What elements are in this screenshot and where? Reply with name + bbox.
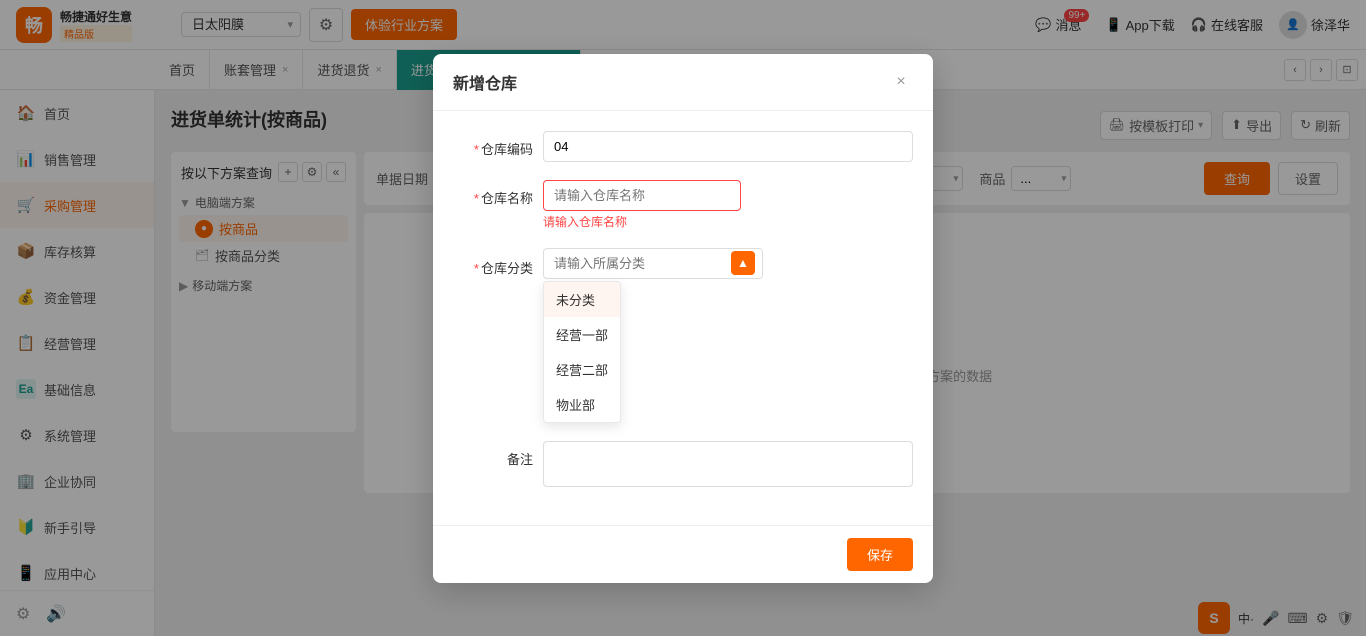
- category-select-wrap: ▲: [543, 248, 763, 279]
- modal-title: 新增仓库: [453, 70, 517, 94]
- code-input[interactable]: [543, 131, 913, 162]
- form-row-note: 备注: [453, 441, 913, 487]
- form-row-name-inner: 仓库名称: [453, 180, 741, 211]
- modal-body: 仓库编码 仓库名称 请输入仓库名称 仓库分类 ▲: [433, 111, 933, 525]
- modal-close-button[interactable]: ×: [889, 70, 913, 94]
- modal-header: 新增仓库 ×: [433, 54, 933, 111]
- category-label: 仓库分类: [453, 250, 543, 277]
- name-input[interactable]: [543, 180, 741, 211]
- form-row-name: 仓库名称 请输入仓库名称: [453, 180, 913, 230]
- form-row-code: 仓库编码: [453, 131, 913, 162]
- category-arrow-button[interactable]: ▲: [731, 251, 755, 275]
- form-row-category-inner: 仓库分类 ▲: [453, 248, 763, 279]
- dropdown-option-property[interactable]: 物业部: [544, 387, 620, 422]
- dropdown-option-dept1[interactable]: 经营一部: [544, 317, 620, 352]
- modal-overlay: 新增仓库 × 仓库编码 仓库名称 请输入仓库名称 仓库分类: [0, 0, 1366, 636]
- name-error-msg: 请输入仓库名称: [543, 213, 627, 230]
- code-label: 仓库编码: [453, 131, 543, 158]
- note-label: 备注: [453, 441, 543, 468]
- name-label: 仓库名称: [453, 180, 543, 207]
- note-textarea[interactable]: [543, 441, 913, 487]
- category-input[interactable]: [543, 248, 763, 279]
- dropdown-option-uncategorized[interactable]: 未分类: [544, 282, 620, 317]
- chevron-up-icon: ▲: [737, 256, 749, 270]
- category-dropdown: 未分类 经营一部 经营二部 物业部: [543, 281, 621, 423]
- dropdown-option-dept2[interactable]: 经营二部: [544, 352, 620, 387]
- add-warehouse-modal: 新增仓库 × 仓库编码 仓库名称 请输入仓库名称 仓库分类: [433, 54, 933, 583]
- form-row-category: 仓库分类 ▲ 未分类 经营一部 经营二部 物业部: [453, 248, 913, 423]
- modal-footer: 保存: [433, 525, 933, 583]
- save-button[interactable]: 保存: [847, 538, 913, 571]
